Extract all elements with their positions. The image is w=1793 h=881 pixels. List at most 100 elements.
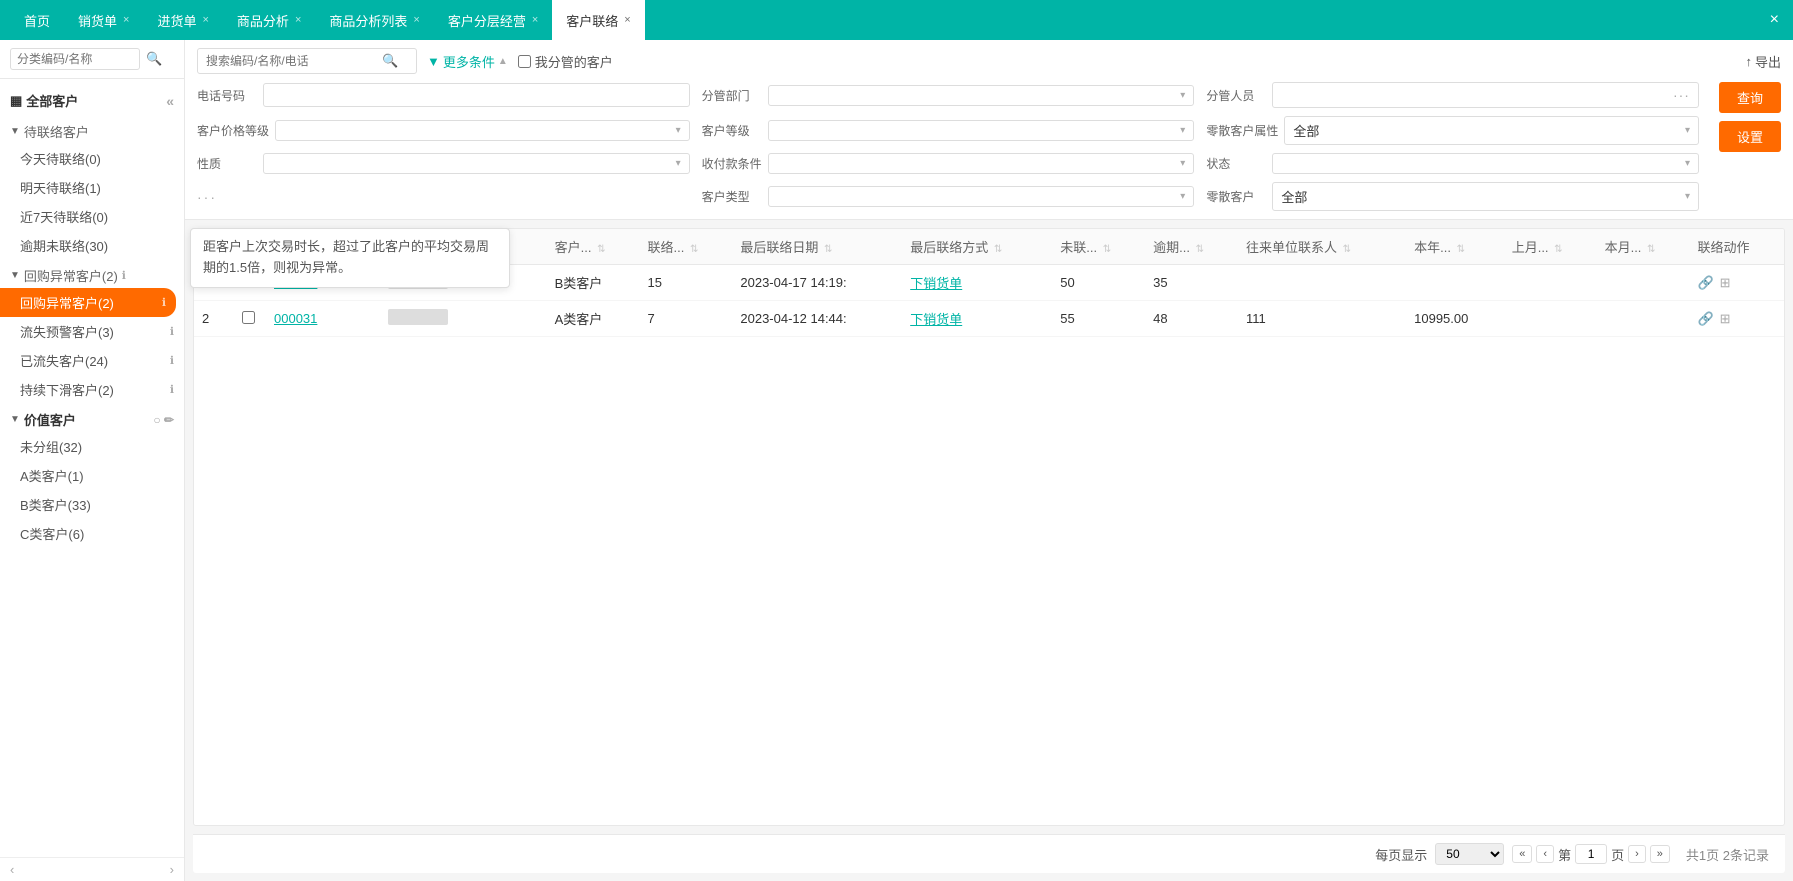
action-link-1[interactable]: 🔗 — [1697, 275, 1713, 291]
close-purchase-order-icon[interactable]: × — [202, 14, 208, 26]
td-index-2: 2 — [194, 301, 234, 337]
my-customers-checkbox[interactable] — [518, 55, 531, 68]
action-grid-1[interactable]: ⊞ — [1720, 275, 1731, 291]
nav-home[interactable]: 首页 — [10, 0, 64, 40]
payment-terms-select[interactable]: ▾ — [768, 153, 1195, 174]
th-contact-count: 联络... ⇅ — [640, 229, 733, 265]
sidebar-prev-icon[interactable]: ‹ — [10, 862, 14, 877]
prev-page-btn[interactable]: ‹ — [1536, 845, 1554, 863]
action-link-2[interactable]: 🔗 — [1697, 311, 1713, 327]
phone-input[interactable] — [263, 83, 690, 107]
table-area: ⚙ 客户编码 ⇅ 客户名称 ⇅ — [193, 228, 1785, 826]
sidebar-item-repurchase-abnormal[interactable]: 回购异常客户(2) ℹ — [0, 288, 176, 317]
search-input[interactable] — [206, 54, 376, 68]
close-window-icon[interactable]: × — [1770, 11, 1779, 29]
action-grid-2[interactable]: ⊞ — [1720, 311, 1731, 327]
last-page-btn[interactable]: » — [1650, 845, 1670, 863]
sidebar-item-lost[interactable]: 已流失客户(24) ℹ — [0, 346, 184, 375]
grid-icon: ▦ — [10, 93, 22, 109]
filter-customer-type: 客户类型 ▾ — [702, 182, 1195, 211]
filter-main-row: 电话号码 分管部门 ▾ 分管人员 ··· — [197, 82, 1781, 211]
more-dots[interactable]: ··· — [197, 189, 217, 205]
more-conditions-btn[interactable]: ▼ 更多条件 ▲ — [427, 52, 508, 71]
sidebar-item-loss-warning[interactable]: 流失预警客户(3) ℹ — [0, 317, 184, 346]
sidebar-collapse-icon[interactable]: « — [166, 93, 174, 109]
nav-customer-contact[interactable]: 客户联络 × — [552, 0, 644, 40]
nav-product-analysis-list[interactable]: 商品分析列表 × — [315, 0, 433, 40]
export-icon: ↑ — [1745, 54, 1752, 69]
tooltip-box: 距客户上次交易时长，超过了此客户的平均交易周期的1.5倍，则视为异常。 — [190, 228, 510, 288]
sort-lmonth-icon: ⇅ — [1554, 244, 1562, 255]
page-input[interactable] — [1575, 844, 1607, 864]
filter-status: 状态 ▾ — [1206, 153, 1699, 174]
per-page-select[interactable]: 50 20 100 — [1435, 843, 1504, 865]
export-btn[interactable]: ↑ 导出 — [1745, 52, 1781, 71]
dept-select[interactable]: ▾ — [768, 85, 1195, 106]
customer-code-2[interactable]: 000031 — [274, 311, 317, 326]
nav-customer-tiered[interactable]: 客户分层经营 × — [434, 0, 552, 40]
first-page-btn[interactable]: « — [1512, 845, 1532, 863]
filter-payment-terms: 收付款条件 ▾ — [702, 153, 1195, 174]
sidebar-search-icon[interactable]: 🔍 — [146, 51, 162, 67]
contact-method-1[interactable]: 下销货单 — [910, 276, 962, 291]
td-type-1: B类客户 — [547, 265, 640, 301]
td-cb-2 — [234, 301, 266, 337]
sidebar-item-c-class[interactable]: C类客户(6) — [0, 519, 184, 548]
th-contacts: 往来单位联系人 ⇅ — [1238, 229, 1406, 265]
close-product-analysis-list-icon[interactable]: × — [413, 14, 419, 26]
search-icon[interactable]: 🔍 — [382, 53, 398, 69]
sidebar-item-7days-pending[interactable]: 近7天待联络(0) — [0, 202, 184, 231]
sidebar-item-b-class[interactable]: B类客户(33) — [0, 490, 184, 519]
close-sales-order-icon[interactable]: × — [123, 14, 129, 26]
pending-contact-section[interactable]: ▼ 待联络客户 — [0, 116, 184, 144]
nav-product-analysis[interactable]: 商品分析 × — [223, 0, 315, 40]
sidebar-item-overdue-no-contact[interactable]: 逾期未联络(30) — [0, 231, 184, 260]
filter-scattered: 零散客户 全部 ▾ — [1206, 182, 1699, 211]
scattered-attr-select[interactable]: 全部 ▾ — [1284, 116, 1699, 145]
sidebar-search-input[interactable] — [10, 48, 140, 70]
th-customer-type: 客户... ⇅ — [547, 229, 640, 265]
edit-group-icon[interactable]: ○ ✏ — [153, 413, 174, 427]
td-overdue-1: 35 — [1145, 265, 1238, 301]
person-select[interactable]: ··· — [1272, 82, 1699, 108]
sidebar-item-today-pending[interactable]: 今天待联络(0) — [0, 144, 184, 173]
close-product-analysis-icon[interactable]: × — [295, 14, 301, 26]
action-icons-1: 🔗 ⊞ — [1697, 275, 1776, 291]
filter-panel: 🔍 ▼ 更多条件 ▲ 我分管的客户 ↑ 导出 — [185, 40, 1793, 220]
sidebar-next-icon[interactable]: › — [170, 862, 174, 877]
sidebar-item-a-class[interactable]: A类客户(1) — [0, 461, 184, 490]
contact-method-2[interactable]: 下销货单 — [910, 312, 962, 327]
td-this-year-2: 10995.00 — [1406, 301, 1504, 337]
close-customer-tiered-icon[interactable]: × — [532, 14, 538, 26]
nav-purchase-order[interactable]: 进货单 × — [143, 0, 222, 40]
sidebar-item-tomorrow-pending[interactable]: 明天待联络(1) — [0, 173, 184, 202]
sidebar-item-ungroup[interactable]: 未分组(32) — [0, 432, 184, 461]
customer-level-select[interactable]: ▾ — [768, 120, 1195, 141]
settings-button[interactable]: 设置 — [1719, 121, 1781, 152]
nav-sales-order[interactable]: 销货单 × — [64, 0, 143, 40]
customer-level-caret: ▾ — [1180, 125, 1185, 136]
filter-dots-row: ··· — [197, 182, 690, 211]
sidebar-bottom-nav: ‹ › — [0, 857, 184, 881]
customer-type-select[interactable]: ▾ — [768, 186, 1195, 207]
scattered-select[interactable]: 全部 ▾ — [1272, 182, 1699, 211]
table-scroll[interactable]: ⚙ 客户编码 ⇅ 客户名称 ⇅ — [194, 229, 1784, 825]
price-level-caret: ▾ — [676, 125, 681, 136]
search-box: 🔍 — [197, 48, 417, 74]
next-page-btn[interactable]: › — [1628, 845, 1646, 863]
sidebar-item-declining[interactable]: 持续下滑客户(2) ℹ — [0, 375, 184, 404]
triangle-icon2: ▼ — [10, 270, 20, 281]
close-customer-contact-icon[interactable]: × — [624, 14, 630, 26]
nature-caret: ▾ — [676, 158, 681, 169]
price-level-select[interactable]: ▾ — [275, 120, 690, 141]
filter-nature: 性质 ▾ — [197, 153, 690, 174]
value-customer-group[interactable]: ▼ 价值客户 ○ ✏ — [0, 404, 184, 432]
row2-checkbox[interactable] — [242, 311, 255, 324]
sidebar-all-customers[interactable]: ▦ 全部客户 « — [0, 85, 184, 116]
nature-select[interactable]: ▾ — [263, 153, 690, 174]
sidebar-content: ▦ 全部客户 « ▼ 待联络客户 今天待联络(0) 明天待联络(1) 近7天待联… — [0, 79, 184, 857]
td-code-2: 000031 — [266, 301, 380, 337]
query-button[interactable]: 查询 — [1719, 82, 1781, 113]
my-customers-filter: 我分管的客户 — [518, 52, 613, 71]
status-select[interactable]: ▾ — [1272, 153, 1699, 174]
